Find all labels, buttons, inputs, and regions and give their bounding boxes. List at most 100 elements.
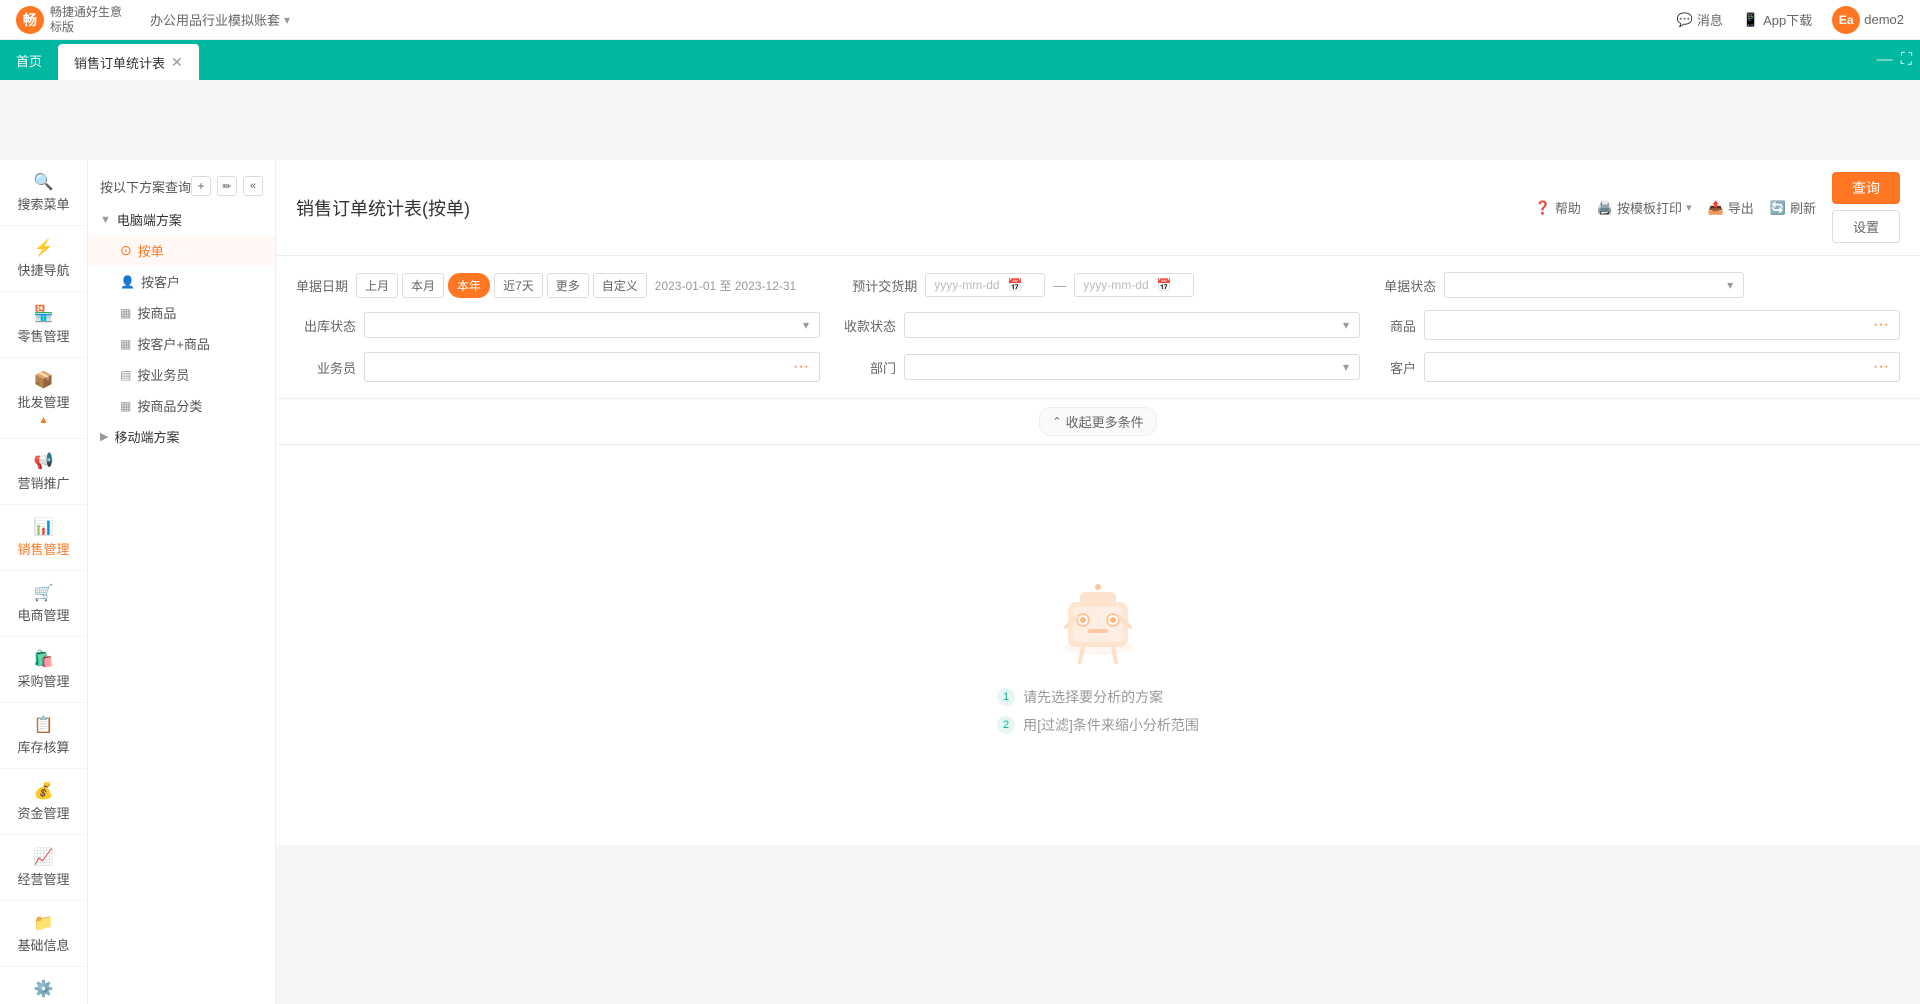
finance-icon: 💰 [8,781,79,801]
tree-section-pc[interactable]: ▼ 电脑端方案 [88,204,275,235]
chevron-down-icon: ▼ [100,214,111,226]
edit-scheme-button[interactable]: ✏ [217,176,237,196]
tree-item-by-goods-category[interactable]: ▦ 按商品分类 [88,390,275,421]
date-btn-this-month[interactable]: 本月 [402,273,444,298]
department-select[interactable]: ▾ [904,354,1360,380]
date-btn-more[interactable]: 更多 [547,273,589,298]
filter-panel: 单据日期 上月 本月 本年 近7天 更多 自定义 2023-01-01 至 20… [276,256,1920,399]
help-icon: ❓ [1535,200,1551,216]
page-title: 销售订单统计表(按单) [296,195,470,221]
shipping-status-label: 出库状态 [296,316,356,335]
calendar-end-icon: 📅 [1157,278,1172,292]
left-panel-header: 按以下方案查询 + ✏ « [88,168,275,204]
date-btn-this-year[interactable]: 本年 [448,273,490,298]
edit-icon: ✏ [222,180,231,193]
left-panel-actions: + ✏ « [191,176,263,196]
breadcrumb-arrow-icon: ▾ [284,13,290,27]
sidebar-item-wholesale-mgmt[interactable]: 📦 批发管理 ▲ [0,358,87,439]
customer-dots-icon[interactable]: ··· [1873,358,1889,376]
system-icon: ⚙️ [8,979,79,999]
shipping-status-select[interactable]: ▾ [364,312,820,338]
top-bar-left: 畅 畅捷通好生意 标版 办公用品行业模拟账套 ▾ [16,5,290,34]
sidebar-item-inventory[interactable]: 📋 库存核算 [0,703,87,769]
salesperson-input[interactable]: ··· [364,352,820,382]
link-icon: ▦ [120,337,131,351]
delivery-start-placeholder: yyyy-mm-dd [934,278,999,292]
goods-input[interactable]: ··· [1424,310,1900,340]
left-panel-title: 按以下方案查询 [100,177,191,196]
customer-icon: 👤 [120,275,135,289]
filter-row-1: 单据日期 上月 本月 本年 近7天 更多 自定义 2023-01-01 至 20… [296,272,1900,298]
empty-hint-1: 1 请先选择要分析的方案 [997,687,1199,707]
empty-hint-2: 2 用[过滤]条件来缩小分析范围 [997,715,1199,735]
collapse-more-conditions-button[interactable]: ⌃ 收起更多条件 [1039,407,1156,436]
collapse-icon: « [250,180,256,192]
delivery-date-start-input[interactable]: yyyy-mm-dd 📅 [925,273,1045,297]
help-button[interactable]: ❓ 帮助 [1535,198,1581,217]
calendar-start-icon: 📅 [1008,278,1023,292]
message-button[interactable]: 💬 消息 [1677,10,1723,29]
query-button[interactable]: 查询 [1832,172,1900,204]
sidebar-item-sales-mgmt[interactable]: 📊 销售管理 [0,505,87,571]
breadcrumb: 办公用品行业模拟账套 ▾ [150,10,290,29]
salesperson-label: 业务员 [296,358,356,377]
refresh-icon: 🔄 [1770,200,1786,216]
tree-item-by-salesperson[interactable]: ▤ 按业务员 [88,359,275,390]
tab-sales-order-stats[interactable]: 销售订单统计表 ✕ [58,44,199,80]
sidebar-item-finance-mgmt[interactable]: 💰 资金管理 [0,769,87,835]
delivery-date-end-wrap: yyyy-mm-dd 📅 [1074,273,1194,297]
logo-text: 畅捷通好生意 标版 [50,5,122,34]
sidebar-item-system-mgmt[interactable]: ⚙️ 系统管理 [0,967,87,1004]
sidebar-item-retail-mgmt[interactable]: 🏪 零售管理 [0,292,87,358]
tree-section-mobile[interactable]: ▶ 移动端方案 [88,421,275,452]
wholesale-icon: 📦 [8,370,79,390]
sidebar-item-marketing[interactable]: 📢 营销推广 [0,439,87,505]
tab-bar-actions: — ⛶ [1877,51,1920,69]
refresh-button[interactable]: 🔄 刷新 [1770,198,1816,217]
sidebar-item-purchase-mgmt[interactable]: 🛍️ 采购管理 [0,637,87,703]
collapse-panel-button[interactable]: « [243,176,263,196]
tree-item-by-goods[interactable]: ▦ 按商品 [88,297,275,328]
date-btn-last-7-days[interactable]: 近7天 [494,273,543,298]
export-button[interactable]: 📤 导出 [1708,198,1754,217]
receipt-status-filter: 收款状态 ▾ [836,312,1360,338]
department-chevron-icon: ▾ [1343,360,1349,374]
retail-icon: 🏪 [8,304,79,324]
tab-maximize-icon[interactable]: ⛶ [1901,51,1912,69]
tree-item-by-customer-goods[interactable]: ▦ 按客户+商品 [88,328,275,359]
tree-item-by-order[interactable]: ⊙ 按单 [88,235,275,266]
receipt-status-select[interactable]: ▾ [904,312,1360,338]
add-scheme-button[interactable]: + [191,176,211,196]
receipt-status-label: 收款状态 [836,316,896,335]
hint-num-2: 2 [997,716,1015,734]
goods-dots-icon[interactable]: ··· [1873,316,1889,334]
sidebar-item-ecommerce-mgmt[interactable]: 🛒 电商管理 [0,571,87,637]
date-label: 单据日期 [296,276,348,295]
marketing-icon: 📢 [8,451,79,471]
user-profile[interactable]: Ea demo2 [1832,6,1904,34]
settings-button[interactable]: 设置 [1832,210,1900,243]
date-btn-custom[interactable]: 自定义 [593,273,647,298]
sidebar-item-quick-nav[interactable]: ⚡ 快捷导航 [0,226,87,292]
print-template-button[interactable]: 🖨️ 按模板打印 ▾ [1597,198,1692,217]
top-bar-right: 💬 消息 📱 App下载 Ea demo2 [1677,6,1904,34]
delivery-date-end-input[interactable]: yyyy-mm-dd 📅 [1074,273,1194,297]
filter-row-2: 出库状态 ▾ 收款状态 ▾ 商品 ··· [296,310,1900,340]
sidebar-item-search-menu[interactable]: 🔍 搜索菜单 [0,160,87,226]
logo-icon: 畅 [16,6,44,34]
delivery-filter-group: 预计交货期 yyyy-mm-dd 📅 — yyyy-mm-dd 📅 [852,273,1368,297]
tab-close-icon[interactable]: ✕ [171,54,183,71]
chevron-up-icon: ▲ [39,415,49,426]
customer-filter: 客户 ··· [1376,352,1900,382]
order-status-select[interactable]: ▾ [1444,272,1744,298]
sidebar: 🔍 搜索菜单 ⚡ 快捷导航 🏪 零售管理 📦 批发管理 ▲ 📢 营销推广 📊 销… [0,160,88,1004]
app-download-button[interactable]: 📱 App下载 [1743,10,1812,29]
sidebar-item-operations-mgmt[interactable]: 📈 经营管理 [0,835,87,901]
date-btn-last-month[interactable]: 上月 [356,273,398,298]
customer-input[interactable]: ··· [1424,352,1900,382]
tab-home[interactable]: 首页 [0,40,58,80]
sidebar-item-basic-info[interactable]: 📁 基础信息 [0,901,87,967]
salesperson-dots-icon[interactable]: ··· [793,358,809,376]
tree-item-by-customer[interactable]: 👤 按客户 [88,266,275,297]
tab-minimize-icon[interactable]: — [1877,51,1893,69]
